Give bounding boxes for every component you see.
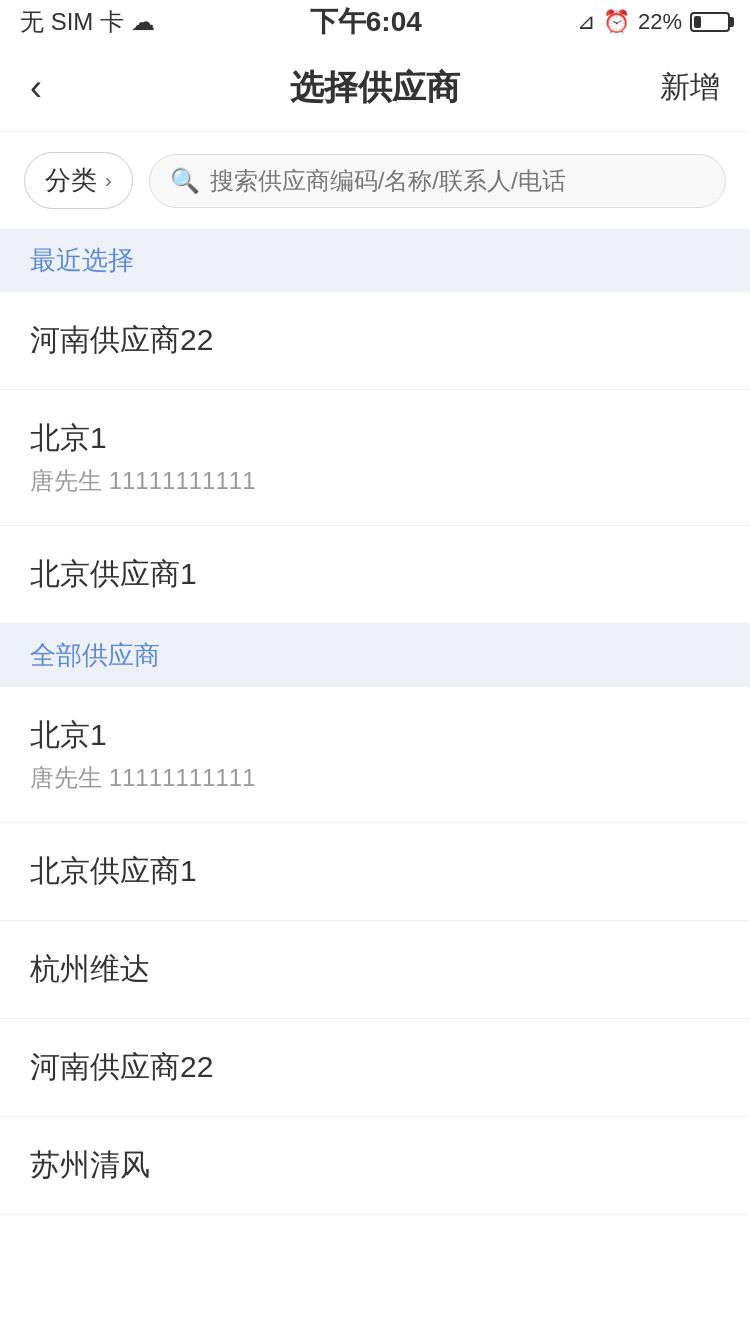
page-title: 选择供应商 [290,65,460,111]
back-button[interactable]: ‹ [30,67,90,109]
search-input[interactable] [210,167,705,195]
status-time: 下午6:04 [310,3,422,41]
search-box[interactable]: 🔍 [149,154,726,208]
status-left: 无 SIM 卡 ☁ [20,6,155,38]
item-name: 杭州维达 [30,949,720,990]
item-name: 北京1 [30,715,720,756]
battery-fill [694,16,701,28]
list-item[interactable]: 苏州清风 [0,1117,750,1215]
location-icon: ⊿ [577,9,595,35]
category-button[interactable]: 分类 › [24,152,133,209]
filter-bar: 分类 › 🔍 [0,132,750,229]
alarm-icon: ⏰ [603,9,630,35]
list-item[interactable]: 杭州维达 [0,921,750,1019]
list-item[interactable]: 北京供应商1 [0,823,750,921]
item-name: 河南供应商22 [30,320,720,361]
list-item[interactable]: 北京1 唐先生 11111111111 [0,390,750,526]
battery-percent: 22% [638,9,682,35]
section-header-0: 最近选择 [0,229,750,292]
chevron-right-icon: › [105,169,112,192]
item-name: 苏州清风 [30,1145,720,1186]
no-sim-label: 无 SIM 卡 ☁ [20,6,155,38]
status-right: ⊿ ⏰ 22% [577,9,730,35]
list-item[interactable]: 河南供应商22 [0,292,750,390]
item-sub: 唐先生 11111111111 [30,762,720,794]
list-item[interactable]: 北京1 唐先生 11111111111 [0,687,750,823]
section-header-1: 全部供应商 [0,624,750,687]
list-item[interactable]: 河南供应商22 [0,1019,750,1117]
search-icon: 🔍 [170,167,200,195]
list-item[interactable]: 北京供应商1 [0,526,750,624]
item-name: 北京1 [30,418,720,459]
add-button[interactable]: 新增 [660,67,720,108]
item-name: 河南供应商22 [30,1047,720,1088]
category-label: 分类 [45,163,97,198]
item-name: 北京供应商1 [30,554,720,595]
nav-bar: ‹ 选择供应商 新增 [0,44,750,132]
battery-icon [690,12,730,32]
item-sub: 唐先生 11111111111 [30,465,720,497]
sections-container: 最近选择河南供应商22 北京1 唐先生 11111111111 北京供应商1 全部供应商… [0,229,750,1215]
status-bar: 无 SIM 卡 ☁ 下午6:04 ⊿ ⏰ 22% [0,0,750,44]
item-name: 北京供应商1 [30,851,720,892]
